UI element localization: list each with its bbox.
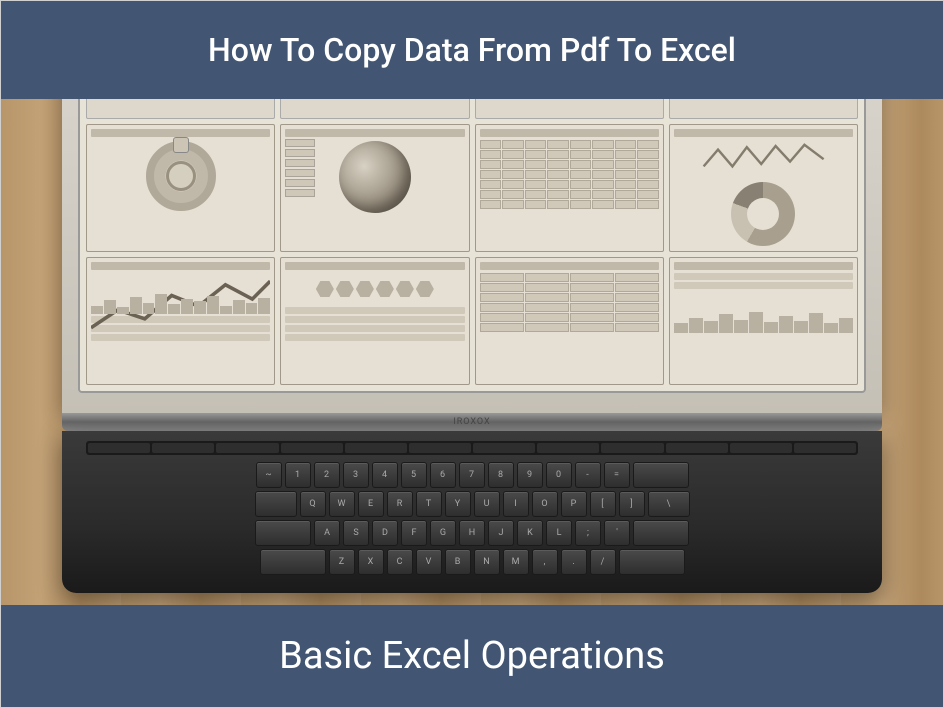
gauge-icon: [146, 141, 216, 211]
panel-dial-left: [86, 124, 275, 252]
panel-table: [475, 257, 664, 385]
globe-icon: [339, 141, 411, 213]
panel-globe: [280, 124, 469, 252]
panel-donut: [669, 124, 858, 252]
hexagon-cluster-icon: [285, 273, 464, 305]
table-icon: [480, 273, 659, 332]
donut-chart-icon: [731, 182, 795, 246]
zigzag-icon: [674, 140, 853, 176]
dashboard-screen: [78, 99, 866, 393]
bottom-title: Basic Excel Operations: [279, 634, 665, 678]
keyboard-illustration: ~1234567890-= QWERTYUIOP[]\ ASDFGHJKL;' …: [86, 441, 858, 575]
toolbar-section: [86, 99, 275, 119]
bottom-banner: Basic Excel Operations: [1, 605, 943, 707]
laptop-illustration: IROXOX ~1234567890-= QWERTYUIOP[]\ ASDFG…: [62, 99, 882, 593]
tutorial-card: How To Copy Data From Pdf To Excel: [0, 0, 944, 708]
toolbar-row: [86, 99, 858, 119]
toolbar-section: [475, 99, 664, 119]
top-title: How To Copy Data From Pdf To Excel: [208, 31, 736, 69]
spreadsheet-grid: [480, 140, 659, 209]
hero-illustration: IROXOX ~1234567890-= QWERTYUIOP[]\ ASDFG…: [1, 99, 943, 605]
line-chart-icon: [91, 274, 270, 314]
keyboard-deck: ~1234567890-= QWERTYUIOP[]\ ASDFGHJKL;' …: [62, 431, 882, 593]
top-banner: How To Copy Data From Pdf To Excel: [1, 1, 943, 99]
toolbar-section: [280, 99, 469, 119]
screen-bezel: [62, 99, 882, 413]
panel-bars: [669, 257, 858, 385]
laptop-hinge: IROXOX: [62, 413, 882, 431]
panel-line-chart: [86, 257, 275, 385]
bar-chart-icon: [674, 293, 853, 333]
panel-hex: [280, 257, 469, 385]
touch-bar: [86, 441, 858, 455]
checkbox-list: [285, 139, 315, 197]
panel-grid: [475, 124, 664, 252]
toolbar-section: [669, 99, 858, 119]
